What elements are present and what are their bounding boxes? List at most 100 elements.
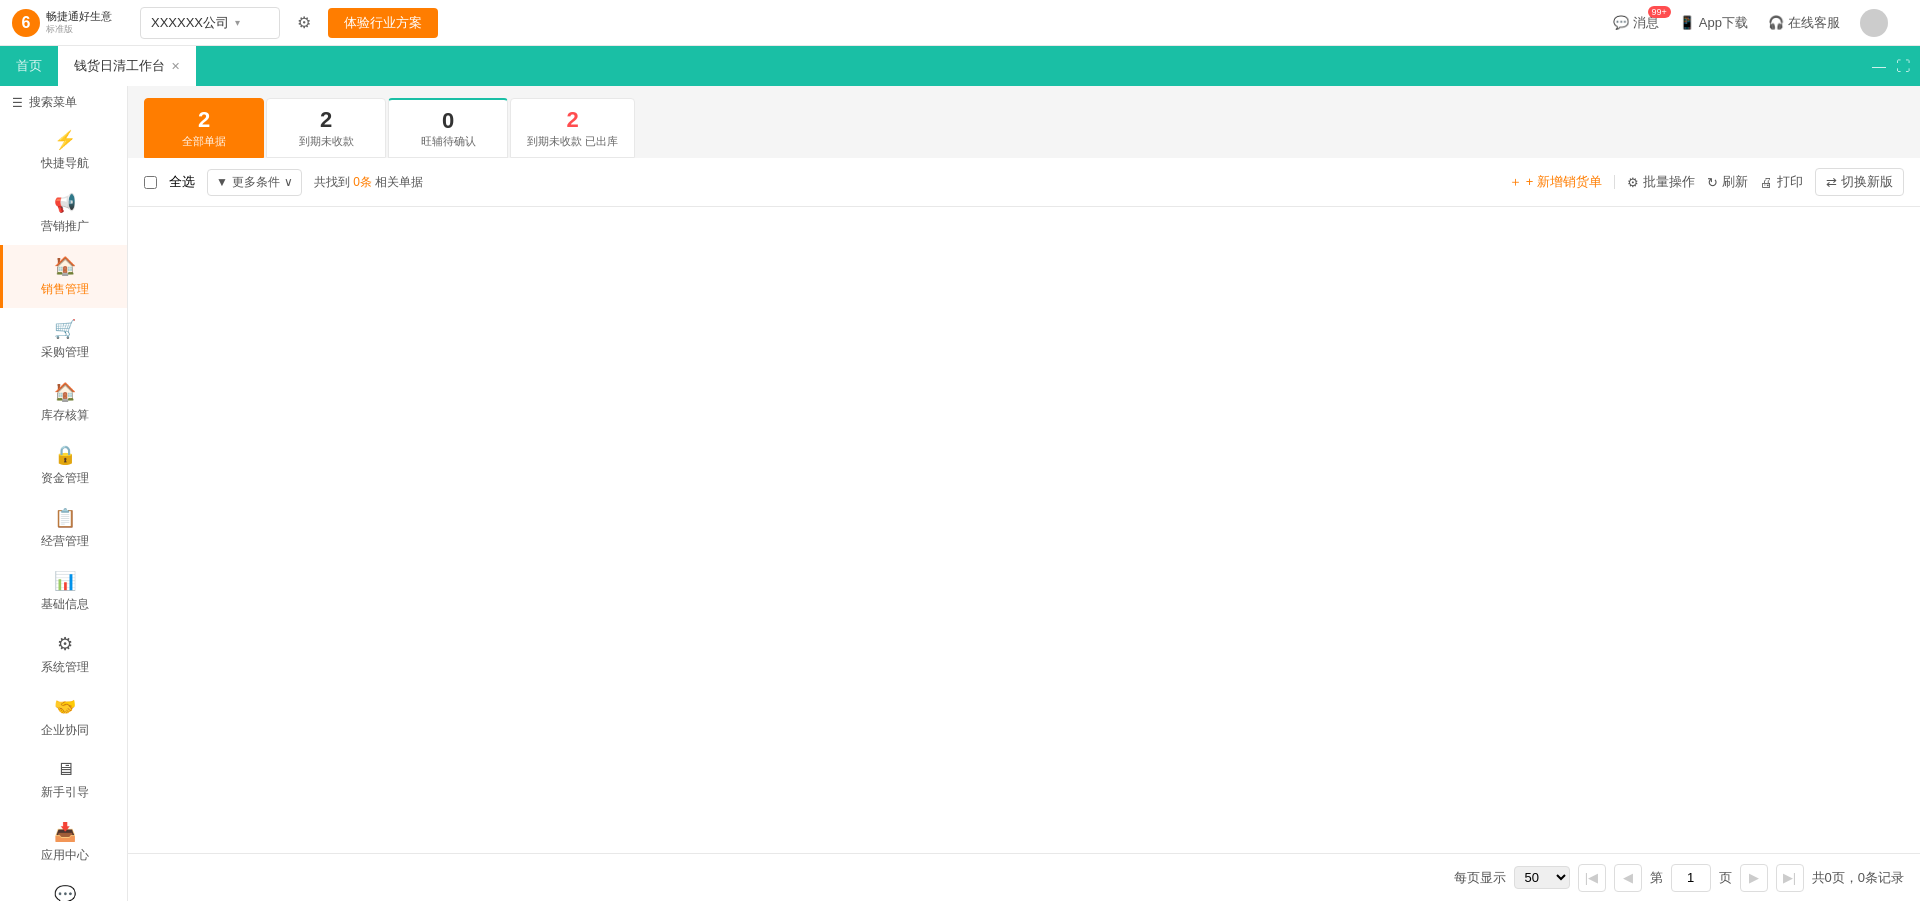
tab-expand-icon[interactable]: ⛶ [1896,58,1910,74]
current-page-input[interactable] [1671,864,1711,892]
system-label: 系统管理 [41,659,89,676]
enterprise-icon: 🤝 [54,696,76,718]
sidebar-item-enterprise[interactable]: 🤝 企业协同 [0,686,127,749]
sidebar-item-sales-mgmt[interactable]: 🏠 销售管理 [0,245,127,308]
tab-minimize-icon[interactable]: — [1872,58,1886,74]
print-icon: 🖨 [1760,175,1773,190]
app-download-button[interactable]: 📱 App下载 [1679,14,1748,32]
sidebar-item-search-menu[interactable]: ☰ 搜索菜单 [0,86,127,119]
sidebar-item-system[interactable]: ⚙ 系统管理 [0,623,127,686]
filter-tab-overdue[interactable]: 2 到期未收款 [266,98,386,158]
tab-work-bench[interactable]: 钱货日清工作台 ✕ [58,46,196,86]
table-area [128,207,1920,853]
message-button[interactable]: 💬 消息 99+ [1613,14,1659,32]
tab-close-icon[interactable]: ✕ [171,60,180,73]
add-sale-order-button[interactable]: ＋ + 新增销货单 [1509,173,1602,191]
inventory-label: 库存核算 [41,407,89,424]
page-size-select[interactable]: 50 20 100 [1514,866,1570,889]
message-icon: 💬 [1613,15,1629,30]
filter-tab-overdue-out-count: 2 [566,107,578,133]
message-badge: 99+ [1648,6,1671,18]
page-label-pre: 第 [1650,869,1663,887]
pagination-bar: 每页显示 50 20 100 |◀ ◀ 第 页 ▶ ▶| 共0页，0条记录 [128,853,1920,901]
user-avatar[interactable] [1860,9,1888,37]
add-label: + 新增销货单 [1526,173,1602,191]
switch-icon: ⇄ [1826,175,1837,190]
filter-tab-all-label: 全部单据 [182,134,226,149]
next-page-button[interactable]: ▶ [1740,864,1768,892]
found-count: 0条 [353,175,372,189]
sidebar-item-weixin[interactable]: 💬 企业微信 [0,874,127,901]
print-label: 打印 [1777,173,1803,191]
filter-tab-overdue-count: 2 [320,107,332,133]
prev-page-button[interactable]: ◀ [1614,864,1642,892]
select-all-checkbox[interactable] [144,176,157,189]
sidebar-item-basic-info[interactable]: 📊 基础信息 [0,560,127,623]
filter-tab-overdue-out[interactable]: 2 到期未收款 已出库 [510,98,635,158]
filter-tab-all-count: 2 [198,107,210,133]
last-page-button[interactable]: ▶| [1776,864,1804,892]
experience-button[interactable]: 体验行业方案 [328,8,438,38]
add-icon: ＋ [1509,173,1522,191]
sidebar-item-newbie[interactable]: 🖥 新手引导 [0,749,127,811]
sidebar: ☰ 搜索菜单 ⚡ 快捷导航 📢 营销推广 🏠 销售管理 🛒 采购管理 🏠 库存核… [0,86,128,901]
quick-nav-icon: ⚡ [54,129,76,151]
app-center-label: 应用中心 [41,847,89,864]
filter-tabs: 2 全部单据 2 到期未收款 0 旺辅待确认 2 到期未收款 已出库 [128,86,1920,158]
batch-operation-button[interactable]: ⚙ 批量操作 [1627,173,1695,191]
filter-tab-wangwang-count: 0 [442,108,454,134]
more-filter-button[interactable]: ▼ 更多条件 ∨ [207,169,302,196]
chevron-down-icon: ▾ [235,17,240,28]
sidebar-item-quick-nav[interactable]: ⚡ 快捷导航 [0,119,127,182]
sidebar-item-operations[interactable]: 📋 经营管理 [0,497,127,560]
weixin-icon: 💬 [54,884,76,901]
filter-tab-wangwang-label: 旺辅待确认 [421,134,476,149]
operations-icon: 📋 [54,507,76,529]
filter-tab-overdue-out-label: 到期未收款 已出库 [527,134,618,149]
capital-icon: 🔒 [54,444,76,466]
purchase-icon: 🛒 [54,318,76,340]
filter-tab-all[interactable]: 2 全部单据 [144,98,264,158]
app-download-label: App下载 [1699,14,1748,32]
top-header: 6 畅捷通好生意 标准版 XXXXXX公司 ▾ ⚙ 体验行业方案 💬 消息 99… [0,0,1920,46]
marketing-label: 营销推广 [41,218,89,235]
system-icon: ⚙ [57,633,73,655]
logo-text-block: 畅捷通好生意 标准版 [46,9,112,36]
batch-label: 批量操作 [1643,173,1695,191]
first-page-button[interactable]: |◀ [1578,864,1606,892]
refresh-button[interactable]: ↻ 刷新 [1707,173,1748,191]
sidebar-item-purchase[interactable]: 🛒 采购管理 [0,308,127,371]
sales-icon: 🏠 [54,255,76,277]
switch-new-version-button[interactable]: ⇄ 切换新版 [1815,168,1904,196]
newbie-label: 新手引导 [41,784,89,801]
sidebar-item-app-center[interactable]: 📥 应用中心 [0,811,127,874]
print-button[interactable]: 🖨 打印 [1760,173,1803,191]
total-text: 共0页，0条记录 [1812,869,1904,887]
capital-label: 资金管理 [41,470,89,487]
sidebar-item-inventory[interactable]: 🏠 库存核算 [0,371,127,434]
tab-home[interactable]: 首页 [0,46,58,86]
search-menu-icon: ☰ [12,96,23,110]
switch-label: 切换新版 [1841,173,1893,191]
select-all-label: 全选 [169,173,195,191]
page-label-post: 页 [1719,869,1732,887]
refresh-label: 刷新 [1722,173,1748,191]
app-logo-icon: 6 [12,9,40,37]
app-title: 畅捷通好生意 [46,9,112,23]
toolbar-right: ＋ + 新增销货单 ⚙ 批量操作 ↻ 刷新 🖨 打印 ⇄ [1509,168,1904,196]
tab-bar-actions: — ⛶ [1872,58,1920,74]
newbie-icon: 🖥 [56,759,74,780]
basic-info-label: 基础信息 [41,596,89,613]
header-right: 💬 消息 99+ 📱 App下载 🎧 在线客服 [1613,9,1908,37]
online-service-button[interactable]: 🎧 在线客服 [1768,14,1840,32]
batch-icon: ⚙ [1627,175,1639,190]
tab-bar: 首页 钱货日清工作台 ✕ — ⛶ [0,46,1920,86]
more-filter-label: 更多条件 [232,174,280,191]
sidebar-item-marketing[interactable]: 📢 营销推广 [0,182,127,245]
company-selector[interactable]: XXXXXX公司 ▾ [140,7,280,39]
filter-tab-wangwang[interactable]: 0 旺辅待确认 [388,98,508,158]
filter-tab-overdue-label: 到期未收款 [299,134,354,149]
purchase-label: 采购管理 [41,344,89,361]
sidebar-item-capital[interactable]: 🔒 资金管理 [0,434,127,497]
settings-button[interactable]: ⚙ [288,7,320,39]
